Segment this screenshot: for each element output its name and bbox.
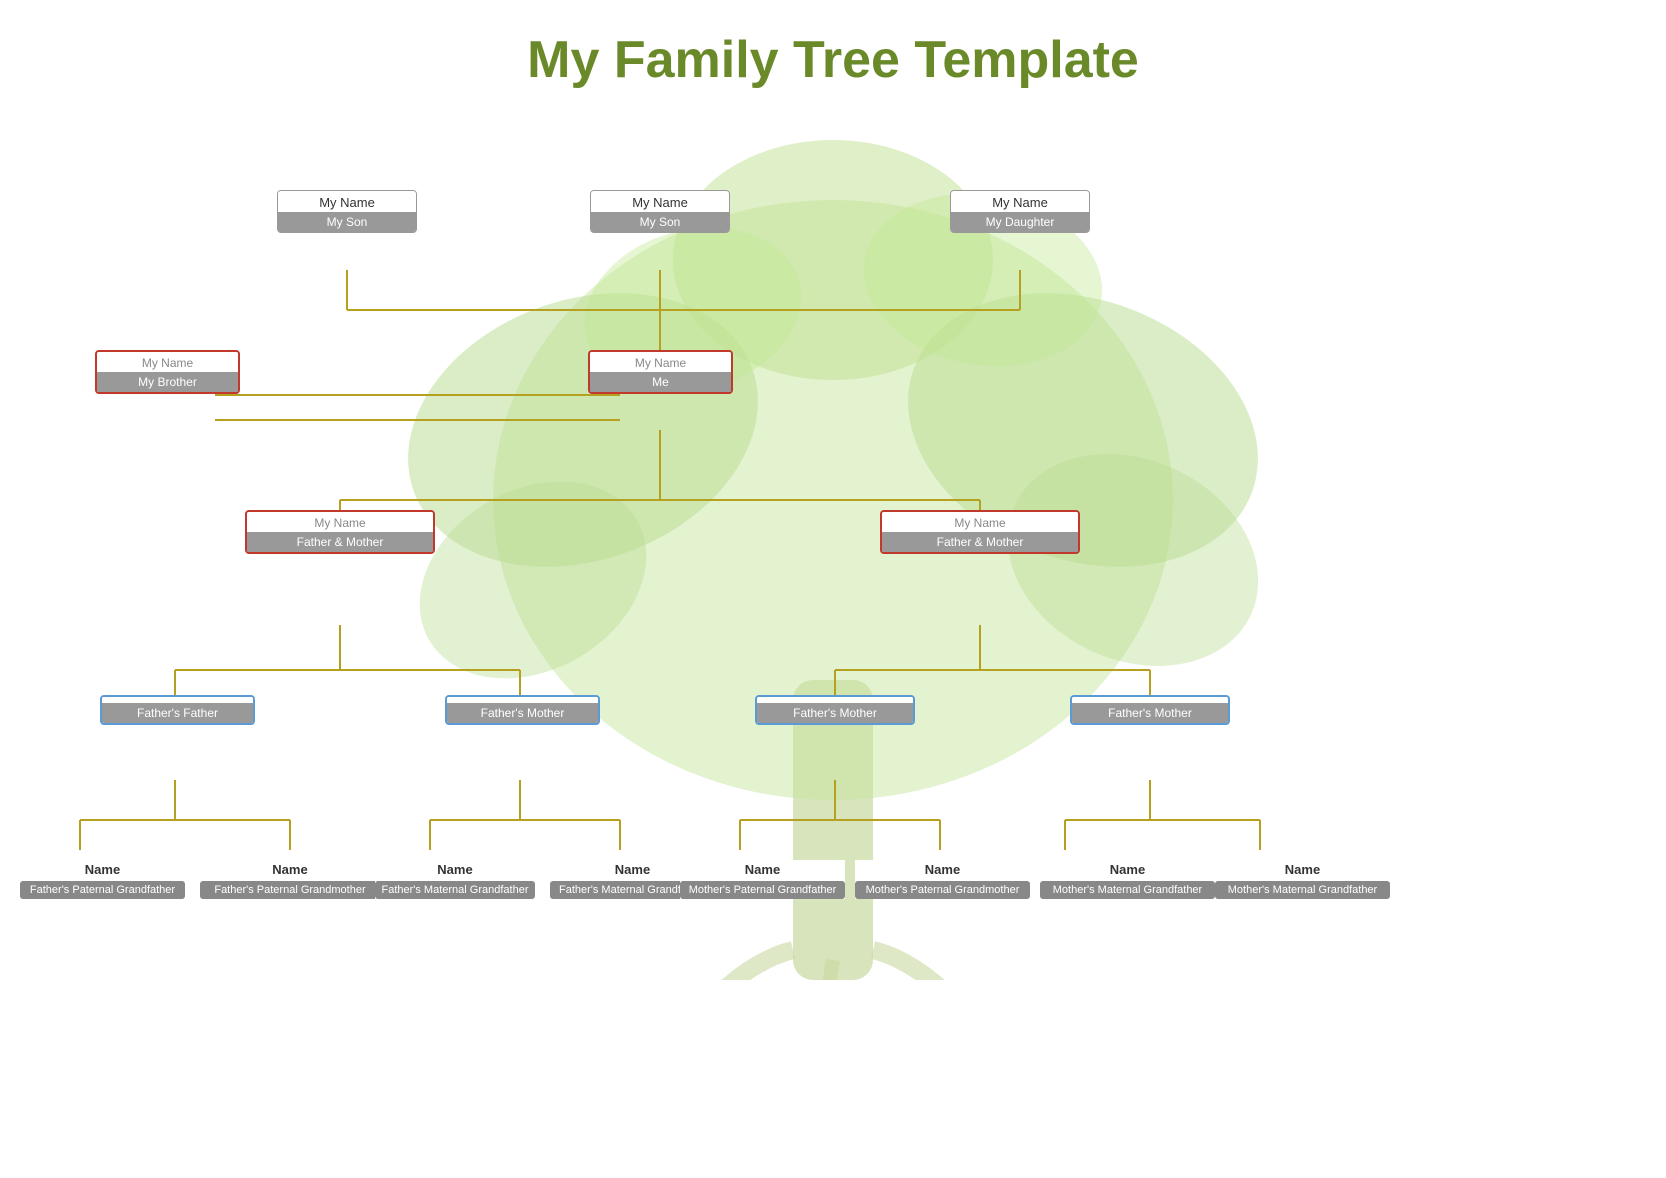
- daughter-role: My Daughter: [951, 212, 1089, 232]
- mother-box: My Name Father & Mother: [880, 510, 1080, 554]
- brother-name: My Name: [97, 352, 238, 372]
- son2-role: My Son: [591, 212, 729, 232]
- tree-background: [383, 80, 1283, 980]
- fmgf-role: Father's Maternal Grandfather: [375, 881, 535, 899]
- brother-box: My Name My Brother: [95, 350, 240, 394]
- fpgm-box: Name Father's Paternal Grandmother: [200, 860, 380, 899]
- fpgm-role: Father's Paternal Grandmother: [200, 881, 380, 899]
- me-box: My Name Me: [588, 350, 733, 394]
- son1-box: My Name My Son: [277, 190, 417, 233]
- mmgm-name: Name: [1215, 860, 1390, 879]
- mmgf-role: Mother's Maternal Grandfather: [1040, 881, 1215, 899]
- mothersmother-role: Father's Mother: [1072, 703, 1228, 723]
- fpgf-role: Father's Paternal Grandfather: [20, 881, 185, 899]
- me-name: My Name: [590, 352, 731, 372]
- fpgf-box: Name Father's Paternal Grandfather: [20, 860, 185, 899]
- fathersfather-box: Father's Father: [100, 695, 255, 725]
- mother-name: My Name: [882, 512, 1078, 532]
- fathersmother-box: Father's Mother: [445, 695, 600, 725]
- page-title: My Family Tree Template: [0, 0, 1666, 90]
- father-box: My Name Father & Mother: [245, 510, 435, 554]
- mmgf-name: Name: [1040, 860, 1215, 879]
- fpgf-name: Name: [20, 860, 185, 879]
- mpgf-name: Name: [680, 860, 845, 879]
- mmgm-role: Mother's Maternal Grandfather: [1215, 881, 1390, 899]
- mpgm-role: Mother's Paternal Grandmother: [855, 881, 1030, 899]
- son1-name: My Name: [278, 191, 416, 212]
- fpgm-name: Name: [200, 860, 380, 879]
- son1-role: My Son: [278, 212, 416, 232]
- mmgf-box: Name Mother's Maternal Grandfather: [1040, 860, 1215, 899]
- mpgf-box: Name Mother's Paternal Grandfather: [680, 860, 845, 899]
- mothersfather-role: Father's Mother: [757, 703, 913, 723]
- mmgm-box: Name Mother's Maternal Grandfather: [1215, 860, 1390, 899]
- mothersfather-box: Father's Mother: [755, 695, 915, 725]
- son2-box: My Name My Son: [590, 190, 730, 233]
- son2-name: My Name: [591, 191, 729, 212]
- mpgf-role: Mother's Paternal Grandfather: [680, 881, 845, 899]
- father-role: Father & Mother: [247, 532, 433, 552]
- mothersmother-box: Father's Mother: [1070, 695, 1230, 725]
- fathersmother-role: Father's Mother: [447, 703, 598, 723]
- brother-role: My Brother: [97, 372, 238, 392]
- mpgm-box: Name Mother's Paternal Grandmother: [855, 860, 1030, 899]
- me-role: Me: [590, 372, 731, 392]
- daughter-box: My Name My Daughter: [950, 190, 1090, 233]
- daughter-name: My Name: [951, 191, 1089, 212]
- father-name: My Name: [247, 512, 433, 532]
- fathersfather-role: Father's Father: [102, 703, 253, 723]
- fmgf-name: Name: [375, 860, 535, 879]
- mpgm-name: Name: [855, 860, 1030, 879]
- fmgf-box: Name Father's Maternal Grandfather: [375, 860, 535, 899]
- mother-role: Father & Mother: [882, 532, 1078, 552]
